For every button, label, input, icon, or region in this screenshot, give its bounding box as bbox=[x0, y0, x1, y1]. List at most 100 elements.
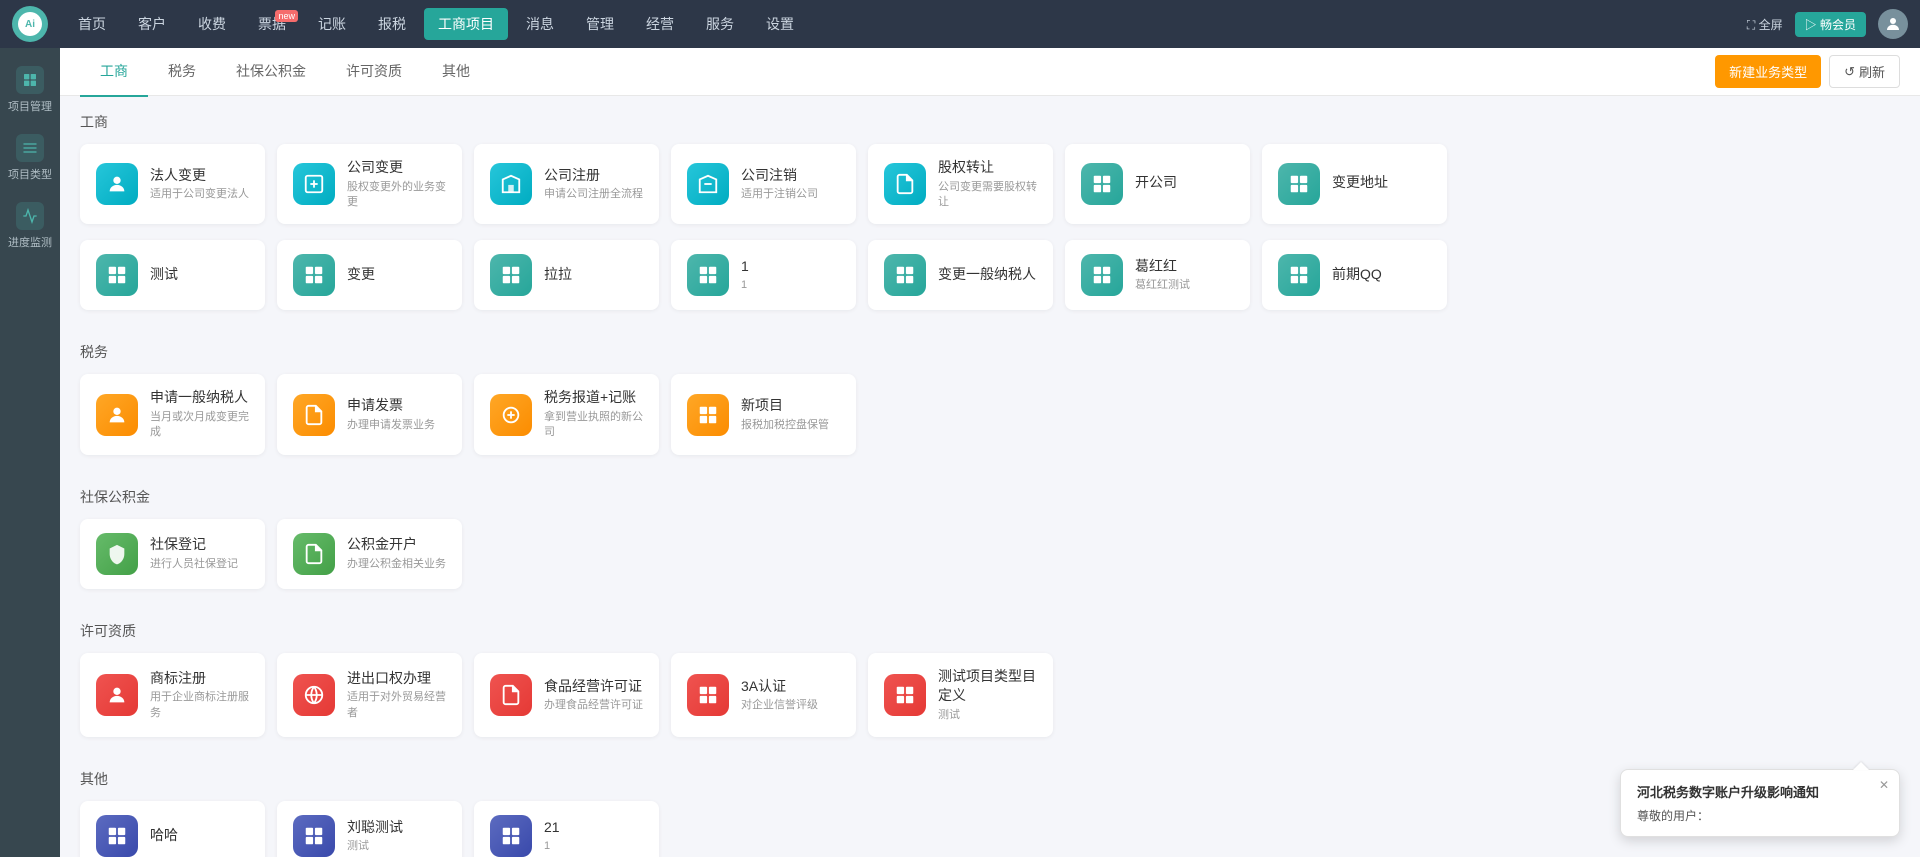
gongjijin-icon bbox=[293, 533, 335, 575]
avatar[interactable] bbox=[1878, 9, 1908, 39]
card-biangeng[interactable]: 变更 bbox=[277, 240, 462, 310]
nav-settings[interactable]: 设置 bbox=[752, 8, 808, 40]
tab-shuiwu[interactable]: 税务 bbox=[148, 48, 216, 97]
card-title: 变更 bbox=[347, 265, 375, 285]
nav-tax[interactable]: 报税 bbox=[364, 8, 420, 40]
nav-ticket[interactable]: 票据 new bbox=[244, 8, 300, 40]
card-new-project[interactable]: 新项目 报税加税控盘保管 bbox=[671, 374, 856, 454]
gongshang-row1: 法人变更 适用于公司变更法人 公司变更 股权变更外的业务变更 bbox=[80, 144, 1900, 224]
sidebar-item-progress[interactable]: 进度监测 bbox=[0, 192, 60, 260]
card-title: 食品经营许可证 bbox=[544, 677, 643, 697]
card-gongjijin-kaihu[interactable]: 公积金开户 办理公积金相关业务 bbox=[277, 519, 462, 589]
card-sub: 报税加税控盘保管 bbox=[741, 418, 829, 433]
card-guquan-zhuanrang[interactable]: 股权转让 公司变更需要股权转让 bbox=[868, 144, 1053, 224]
tab-qita[interactable]: 其他 bbox=[422, 48, 490, 97]
card-qianqi-qq[interactable]: 前期QQ bbox=[1262, 240, 1447, 310]
card-apply-shuiren[interactable]: 申请一般纳税人 当月或次月成变更完成 bbox=[80, 374, 265, 454]
card-sub: 进行人员社保登记 bbox=[150, 557, 238, 572]
tab-actions: 新建业务类型 ↺ 刷新 bbox=[1715, 55, 1900, 88]
card-kai-gongsi[interactable]: 开公司 bbox=[1065, 144, 1250, 224]
section-gongshang: 工商 法人变更 适用于公司变更法人 bbox=[60, 96, 1920, 310]
shebao-title: 社保公积金 bbox=[80, 487, 1900, 507]
card-sub: 测试 bbox=[347, 839, 403, 854]
card-faren-biangeng[interactable]: 法人变更 适用于公司变更法人 bbox=[80, 144, 265, 224]
nav-items: 首页 客户 收费 票据 new 记账 报税 工商项目 消息 管理 经营 服务 设… bbox=[64, 8, 1747, 40]
card-gongsi-biangeng[interactable]: 公司变更 股权变更外的业务变更 bbox=[277, 144, 462, 224]
nav-message[interactable]: 消息 bbox=[512, 8, 568, 40]
card-gongsi-zhuce[interactable]: 公司注册 申请公司注册全流程 bbox=[474, 144, 659, 224]
card-sub: 拿到营业执照的新公司 bbox=[544, 410, 643, 441]
shuiwu-title: 税务 bbox=[80, 342, 1900, 362]
card-sub: 申请公司注册全流程 bbox=[544, 187, 643, 202]
tab-shebao[interactable]: 社保公积金 bbox=[216, 48, 326, 97]
card-shebao-dengji[interactable]: 社保登记 进行人员社保登记 bbox=[80, 519, 265, 589]
sidebar-item-project-manage[interactable]: 项目管理 bbox=[0, 56, 60, 124]
nav-client[interactable]: 客户 bbox=[124, 8, 180, 40]
nav-fee[interactable]: 收费 bbox=[184, 8, 240, 40]
card-sub: 用于企业商标注册服务 bbox=[150, 690, 249, 721]
tabs: 工商 税务 社保公积金 许可资质 其他 bbox=[80, 48, 490, 97]
card-title: 新项目 bbox=[741, 396, 829, 416]
card-title: 商标注册 bbox=[150, 669, 249, 689]
logo-image: Ai bbox=[18, 12, 42, 36]
card-biangeng-shuiren[interactable]: 变更一般纳税人 bbox=[868, 240, 1053, 310]
card-title: 测试 bbox=[150, 265, 178, 285]
card-sub: 1 bbox=[544, 839, 560, 854]
card-haha[interactable]: 哈哈 bbox=[80, 801, 265, 857]
nav-service[interactable]: 服务 bbox=[692, 8, 748, 40]
refresh-icon: ↺ bbox=[1844, 64, 1855, 80]
card-liucong[interactable]: 刘聪测试 测试 bbox=[277, 801, 462, 857]
card-title: 税务报道+记账 bbox=[544, 388, 643, 408]
card-title: 股权转让 bbox=[938, 158, 1037, 178]
card-tax-accounting[interactable]: 税务报道+记账 拿到营业执照的新公司 bbox=[474, 374, 659, 454]
card-test-type[interactable]: 测试项目类型目定义 测试 bbox=[868, 653, 1053, 738]
card-title: 1 bbox=[741, 257, 749, 277]
card-title: 公司注册 bbox=[544, 166, 643, 186]
tab-xuke[interactable]: 许可资质 bbox=[326, 48, 422, 97]
tab-gongshang[interactable]: 工商 bbox=[80, 48, 148, 97]
card-lala[interactable]: 拉拉 bbox=[474, 240, 659, 310]
card-title: 前期QQ bbox=[1332, 265, 1382, 285]
section-shebao: 社保公积金 社保登记 进行人员社保登记 公积金开户 bbox=[60, 471, 1920, 589]
card-title: 测试项目类型目定义 bbox=[938, 667, 1037, 706]
card-21[interactable]: 21 1 bbox=[474, 801, 659, 857]
card-apply-fapiao[interactable]: 申请发票 办理申请发票业务 bbox=[277, 374, 462, 454]
nav-business[interactable]: 工商项目 bbox=[424, 8, 508, 40]
notif-close-btn[interactable]: ✕ bbox=[1879, 778, 1889, 792]
card-trademark[interactable]: 商标注册 用于企业商标注册服务 bbox=[80, 653, 265, 738]
fullscreen-btn[interactable]: ⛶ 全屏 bbox=[1747, 16, 1783, 33]
main-layout: 项目管理 项目类型 进度监测 工商 税务 社保公积金 许可资质 其他 bbox=[0, 48, 1920, 857]
card-title: 公积金开户 bbox=[347, 535, 446, 555]
card-3a-cert[interactable]: 3A认证 对企业信誉评级 bbox=[671, 653, 856, 738]
member-btn[interactable]: ▷ 畅会员 bbox=[1795, 12, 1866, 37]
card-import-export[interactable]: 进出口权办理 适用于对外贸易经营者 bbox=[277, 653, 462, 738]
tab-bar: 工商 税务 社保公积金 许可资质 其他 新建业务类型 ↺ 刷新 bbox=[60, 48, 1920, 96]
sidebar-item-project-type[interactable]: 项目类型 bbox=[0, 124, 60, 192]
new-project-icon bbox=[687, 394, 729, 436]
card-sub: 葛红红测试 bbox=[1135, 278, 1190, 293]
card-one[interactable]: 1 1 bbox=[671, 240, 856, 310]
card-sub: 办理食品经营许可证 bbox=[544, 698, 643, 713]
card-sub: 测试 bbox=[938, 708, 1037, 723]
section-xuke: 许可资质 商标注册 用于企业商标注册服务 进出口权办理 bbox=[60, 605, 1920, 738]
trademark-icon bbox=[96, 674, 138, 716]
nav-manage[interactable]: 管理 bbox=[572, 8, 628, 40]
notif-title: 河北税务数字账户升级影响通知 bbox=[1637, 782, 1883, 801]
nav-home[interactable]: 首页 bbox=[64, 8, 120, 40]
card-gongsi-zhuxiao[interactable]: 公司注销 适用于注销公司 bbox=[671, 144, 856, 224]
card-sub: 办理申请发票业务 bbox=[347, 418, 435, 433]
card-title: 变更地址 bbox=[1332, 173, 1388, 193]
card-biangeng-dizhi[interactable]: 变更地址 bbox=[1262, 144, 1447, 224]
card-food-license[interactable]: 食品经营许可证 办理食品经营许可证 bbox=[474, 653, 659, 738]
apply-fapiao-icon bbox=[293, 394, 335, 436]
card-gehonghong[interactable]: 葛红红 葛红红测试 bbox=[1065, 240, 1250, 310]
nav-operation[interactable]: 经营 bbox=[632, 8, 688, 40]
import-export-icon bbox=[293, 674, 335, 716]
refresh-button[interactable]: ↺ 刷新 bbox=[1829, 55, 1900, 88]
logo: Ai bbox=[12, 6, 48, 42]
card-ceshi[interactable]: 测试 bbox=[80, 240, 265, 310]
new-type-button[interactable]: 新建业务类型 bbox=[1715, 55, 1821, 88]
gongsi-biangeng-icon bbox=[293, 163, 335, 205]
nav-accounting[interactable]: 记账 bbox=[304, 8, 360, 40]
progress-icon bbox=[16, 202, 44, 230]
